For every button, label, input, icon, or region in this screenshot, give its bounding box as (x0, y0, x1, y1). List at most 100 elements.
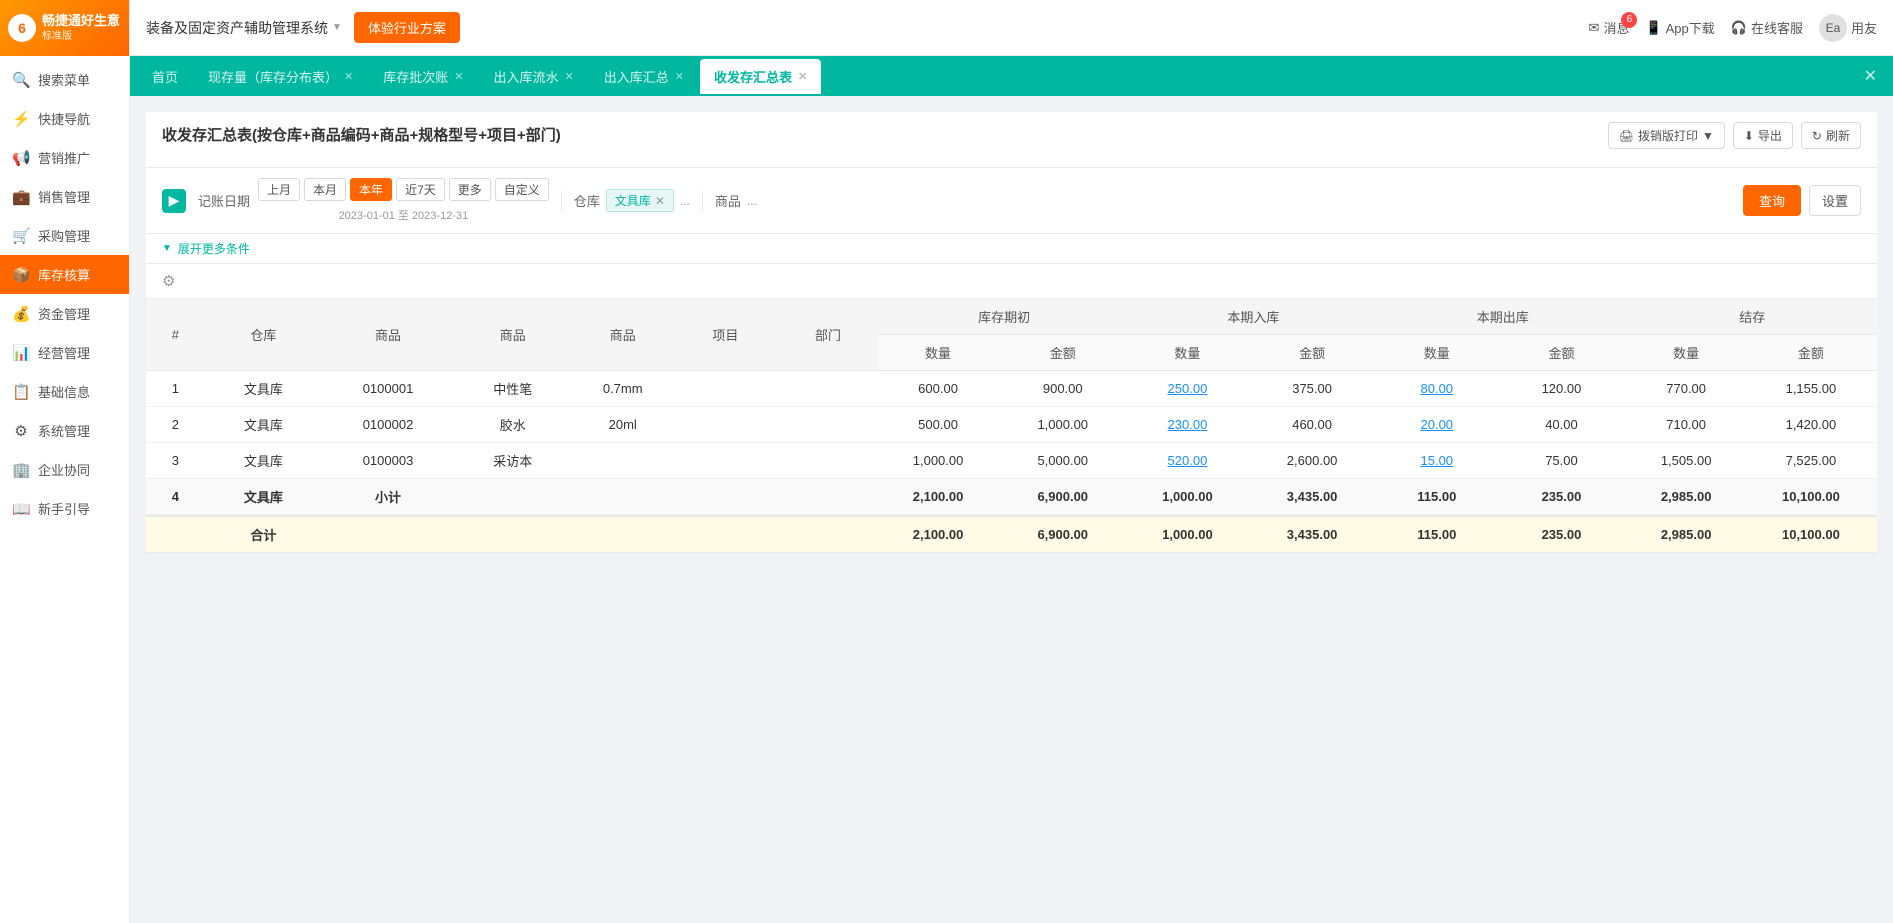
content-area: 收发存汇总表(按仓库+商品编码+商品+规格型号+项目+部门) 🖨 拨销版打印 ▼… (130, 96, 1893, 923)
messages-btn[interactable]: ✉ 消息 6 (1589, 18, 1630, 37)
tab-label-home: 首页 (152, 67, 178, 86)
sidebar-item-label-purchase: 采购管理 (38, 226, 90, 245)
tab-inout-flow[interactable]: 出入库流水✕ (479, 59, 587, 94)
cell-product: 胶水 (454, 407, 571, 443)
filter-sep1 (561, 191, 562, 211)
sidebar-item-purchase[interactable]: 🛒 采购管理 (0, 216, 129, 255)
sidebar-item-label-enterprise: 企业协同 (38, 460, 90, 479)
sidebar-item-system[interactable]: ⚙ 系统管理 (0, 411, 129, 450)
cell-out-qty[interactable]: 15.00 (1378, 443, 1495, 479)
sidebar-item-quick-nav[interactable]: ⚡ 快捷导航 (0, 99, 129, 138)
sidebar-item-basic-info[interactable]: 📋 基础信息 (0, 372, 129, 411)
phone-icon: 📱 (1645, 20, 1661, 36)
sidebar-item-finance[interactable]: 💰 资金管理 (0, 294, 129, 333)
link-val[interactable]: 230.00 (1168, 417, 1208, 432)
finance-icon: 💰 (12, 305, 30, 323)
col-header-balance: 结存 (1627, 299, 1877, 335)
tab-inout-summary[interactable]: 出入库汇总✕ (590, 59, 698, 94)
footer-table: 合计 2,100.00 6,900.00 1,000.00 3,435.00 1… (146, 515, 1877, 553)
sidebar-item-label-guide: 新手引导 (38, 499, 90, 518)
table-gear-btn[interactable]: ⚙ (162, 272, 175, 290)
main-area: 装备及固定资产辅助管理系统 ▼ 体验行业方案 ✉ 消息 6 📱 App下载 🎧 … (130, 0, 1893, 923)
query-btn[interactable]: 查询 (1743, 185, 1801, 216)
tab-home[interactable]: 首页 (138, 59, 192, 94)
date-btn-上月[interactable]: 上月 (258, 178, 300, 201)
print-btn[interactable]: 🖨 拨销版打印 ▼ (1608, 122, 1725, 149)
avatar: Ea (1819, 14, 1847, 42)
warehouse-more[interactable]: ... (680, 194, 690, 208)
tab-close-recv-send-summary[interactable]: ✕ (798, 70, 807, 83)
app-logo: 6 (8, 14, 36, 42)
sidebar-item-search[interactable]: 🔍 搜索菜单 (0, 60, 129, 99)
date-label: 记账日期 (198, 191, 250, 210)
cell-num: 3 (146, 443, 205, 479)
date-btn-自定义[interactable]: 自定义 (495, 178, 549, 201)
settings-btn[interactable]: 设置 (1809, 185, 1861, 216)
cell-spec: 20ml (571, 407, 674, 443)
footer-out-amt: 235.00 (1495, 516, 1627, 553)
system-selector-arrow: ▼ (332, 22, 342, 33)
date-btn-更多[interactable]: 更多 (449, 178, 491, 201)
tab-close-inout-flow[interactable]: ✕ (565, 70, 574, 83)
tab-close-batch[interactable]: ✕ (454, 70, 463, 83)
cell-project (674, 443, 777, 479)
date-btn-本年[interactable]: 本年 (350, 178, 392, 201)
sidebar-item-label-search: 搜索菜单 (38, 70, 90, 89)
cell-in-qty[interactable]: 230.00 (1129, 407, 1246, 443)
warehouse-tag-remove[interactable]: ✕ (655, 194, 665, 208)
col-header-in-qty: 数量 (1129, 335, 1246, 371)
table-row: 4文具库小计2,100.006,900.001,000.003,435.0011… (146, 479, 1877, 515)
search-icon: 🔍 (12, 71, 30, 89)
operations-icon: 📊 (12, 344, 30, 362)
tab-batch[interactable]: 库存批次账✕ (369, 59, 477, 94)
tabbar-close-btn[interactable]: ✕ (1856, 62, 1885, 90)
sidebar-item-guide[interactable]: 📖 新手引导 (0, 489, 129, 528)
expand-more-row[interactable]: ▼ 展开更多条件 (146, 234, 1877, 264)
cell-bal-qty: 2,985.00 (1627, 479, 1744, 515)
link-val[interactable]: 15.00 (1421, 453, 1454, 468)
tab-label-inventory-dist: 现存量（库存分布表） (208, 67, 338, 86)
cell-in-qty[interactable]: 250.00 (1129, 371, 1246, 407)
product-label: 商品 (715, 191, 741, 210)
tab-close-inout-summary[interactable]: ✕ (675, 70, 684, 83)
sidebar-item-inventory[interactable]: 📦 库存核算 (0, 255, 129, 294)
tab-inventory-dist[interactable]: 现存量（库存分布表） ✕ (194, 59, 367, 94)
date-btn-近7天[interactable]: 近7天 (396, 178, 445, 201)
link-val[interactable]: 250.00 (1168, 381, 1208, 396)
warehouse-tag[interactable]: 文具库 ✕ (606, 189, 674, 212)
online-service-btn[interactable]: 🎧 在线客服 (1731, 18, 1803, 37)
basic-info-icon: 📋 (12, 383, 30, 401)
col-header-code: 商品 (322, 299, 454, 371)
product-more[interactable]: ... (747, 194, 757, 208)
system-icon: ⚙ (12, 422, 30, 440)
link-val[interactable]: 520.00 (1168, 453, 1208, 468)
sidebar-item-sales[interactable]: 💼 销售管理 (0, 177, 129, 216)
table-section: ⚙ # 仓库 商品 商品 商品 项目 部门 库存期初 (146, 264, 1877, 553)
system-selector[interactable]: 装备及固定资产辅助管理系统 ▼ (146, 18, 342, 38)
app-download-btn[interactable]: 📱 App下载 (1645, 18, 1714, 37)
sidebar-item-marketing[interactable]: 📢 营销推广 (0, 138, 129, 177)
refresh-btn[interactable]: ↻ 刷新 (1801, 122, 1861, 149)
footer-empty-num (146, 516, 205, 553)
data-table: # 仓库 商品 商品 商品 项目 部门 库存期初 本期入库 本期出库 结存 (146, 299, 1877, 515)
col-header-bal-amt: 金额 (1745, 335, 1877, 371)
sidebar-item-operations[interactable]: 📊 经营管理 (0, 333, 129, 372)
cell-in-qty[interactable]: 520.00 (1129, 443, 1246, 479)
export-btn[interactable]: ⬇ 导出 (1733, 122, 1793, 149)
filter-toggle-btn[interactable]: ▶ (162, 189, 186, 213)
user-menu[interactable]: Ea 用友 (1819, 14, 1877, 42)
footer-start-qty: 2,100.00 (879, 516, 996, 553)
sidebar-item-enterprise[interactable]: 🏢 企业协同 (0, 450, 129, 489)
cell-out-qty[interactable]: 20.00 (1378, 407, 1495, 443)
cell-code: 0100002 (322, 407, 454, 443)
footer-out-qty: 115.00 (1378, 516, 1495, 553)
trial-btn[interactable]: 体验行业方案 (354, 12, 460, 43)
link-val[interactable]: 20.00 (1421, 417, 1454, 432)
tab-close-inventory-dist[interactable]: ✕ (344, 70, 353, 83)
cell-out-qty[interactable]: 80.00 (1378, 371, 1495, 407)
footer-empty-spec (571, 516, 674, 553)
tab-recv-send-summary[interactable]: 收发存汇总表✕ (700, 59, 821, 94)
cell-start-qty: 1,000.00 (879, 443, 996, 479)
date-btn-本月[interactable]: 本月 (304, 178, 346, 201)
link-val[interactable]: 80.00 (1421, 381, 1454, 396)
